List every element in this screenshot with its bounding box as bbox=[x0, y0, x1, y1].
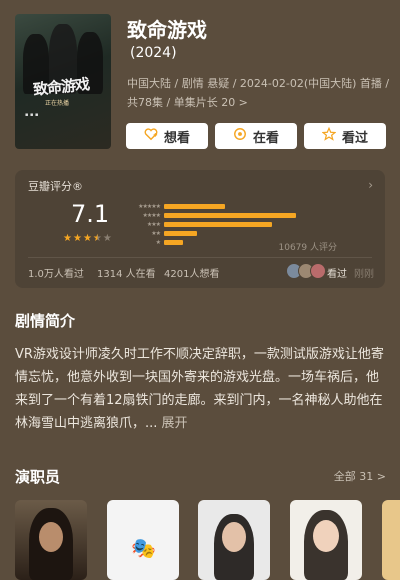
distribution-bar bbox=[164, 230, 197, 236]
meta-line-2[interactable]: 共78集 / 单集片长 20 > bbox=[127, 94, 248, 110]
poster-title-art: 致命游戏 bbox=[32, 75, 90, 99]
divider bbox=[28, 257, 372, 258]
chevron-right-icon[interactable]: › bbox=[368, 178, 373, 192]
cast-photo-face bbox=[222, 522, 246, 552]
star-icon: ★ bbox=[63, 233, 72, 244]
rating-stars: ★ ★ ★ ★ ★ bbox=[63, 233, 112, 244]
cast-card[interactable] bbox=[198, 500, 270, 580]
want-button[interactable]: 想看 bbox=[126, 123, 208, 149]
rating-score: 7.1 bbox=[71, 200, 110, 228]
distribution-stars: ★★★ bbox=[146, 220, 161, 228]
poster-logos: ▪ ▪ ▪ bbox=[25, 112, 39, 118]
friends-watched-label: 看过 bbox=[327, 269, 347, 280]
rating-count: 10679 人评分 bbox=[278, 243, 338, 253]
synopsis-heading: 剧情简介 bbox=[15, 312, 76, 330]
star-icon: ★ bbox=[102, 233, 112, 244]
page-title: 致命游戏 bbox=[127, 18, 207, 42]
mask-placeholder-icon: 🎭 bbox=[131, 536, 156, 560]
meta-line-1: 中国大陆 / 剧情 悬疑 / 2024-02-02(中国大陆) 首播 / bbox=[127, 77, 390, 90]
distribution-stars: ★ bbox=[155, 238, 161, 246]
watching-label: 在看 bbox=[252, 130, 279, 146]
stat-want[interactable]: 4201人想看 bbox=[164, 265, 219, 280]
cast-all-link[interactable]: 全部 31 > bbox=[334, 468, 386, 484]
distribution-row: ★★★ bbox=[125, 220, 375, 228]
distribution-row: ★★★★ bbox=[125, 211, 375, 219]
star-icon bbox=[321, 126, 337, 145]
distribution-stars: ★★ bbox=[151, 229, 161, 237]
want-label: 想看 bbox=[163, 130, 190, 146]
rating-card[interactable]: 豆瓣评分® › 7.1 ★ ★ ★ ★ ★ ★★★★★ ★★★★ ★★★ ★★ ★ 10679 … bbox=[15, 170, 385, 288]
watched-button[interactable]: 看过 bbox=[304, 123, 386, 149]
distribution-stars: ★★★★ bbox=[142, 211, 161, 219]
cast-photo-face bbox=[39, 522, 63, 552]
stat-watched[interactable]: 1.0万人看过 bbox=[28, 265, 84, 280]
cast-card[interactable]: 🎭 bbox=[107, 500, 179, 580]
star-icon: ★ bbox=[92, 233, 102, 244]
distribution-row: ★★★★★ bbox=[125, 202, 375, 210]
cast-card[interactable] bbox=[290, 500, 362, 580]
watching-button[interactable]: 在看 bbox=[215, 123, 297, 149]
distribution-bar bbox=[164, 221, 273, 227]
stat-watching[interactable]: 1314 人在看 bbox=[97, 265, 156, 280]
cast-photo-face bbox=[313, 520, 339, 552]
poster-subtitle-art: 正在热播 bbox=[45, 100, 70, 107]
rating-label: 豆瓣评分® bbox=[28, 180, 83, 193]
expand-link[interactable]: 展开 bbox=[162, 416, 188, 431]
release-year: (2024) bbox=[130, 45, 177, 61]
cast-card[interactable] bbox=[382, 500, 400, 580]
distribution-row: ★★ bbox=[125, 229, 375, 237]
watched-label: 看过 bbox=[341, 130, 368, 146]
distribution-stars: ★★★★★ bbox=[138, 202, 161, 210]
heart-icon bbox=[144, 127, 158, 145]
distribution-row: ★ bbox=[125, 238, 375, 246]
distribution-bar bbox=[164, 212, 296, 218]
poster-image[interactable]: 致命游戏 正在热播 ▪ ▪ ▪ bbox=[15, 14, 111, 149]
friends-avatars[interactable] bbox=[286, 263, 326, 279]
avatar bbox=[310, 263, 326, 279]
distribution-bar bbox=[164, 239, 183, 245]
star-icon: ★ bbox=[72, 233, 82, 244]
synopsis-text: VR游戏设计师凌久时工作不顺决定辞职，一款测试版游戏让他寄情忘忧，他意外收到一块… bbox=[15, 347, 384, 431]
cast-card[interactable] bbox=[15, 500, 87, 580]
rating-distribution: ★★★★★ ★★★★ ★★★ ★★ ★ bbox=[125, 202, 375, 247]
cast-heading: 演职员 bbox=[15, 468, 61, 486]
star-icon: ★ bbox=[82, 233, 92, 244]
distribution-bar bbox=[164, 203, 226, 209]
friends-time-label: 刚刚 bbox=[354, 269, 374, 280]
watching-icon bbox=[233, 127, 247, 145]
synopsis-text-block[interactable]: VR游戏设计师凌久时工作不顺决定辞职，一款测试版游戏让他寄情忘忧，他意外收到一块… bbox=[15, 343, 385, 435]
